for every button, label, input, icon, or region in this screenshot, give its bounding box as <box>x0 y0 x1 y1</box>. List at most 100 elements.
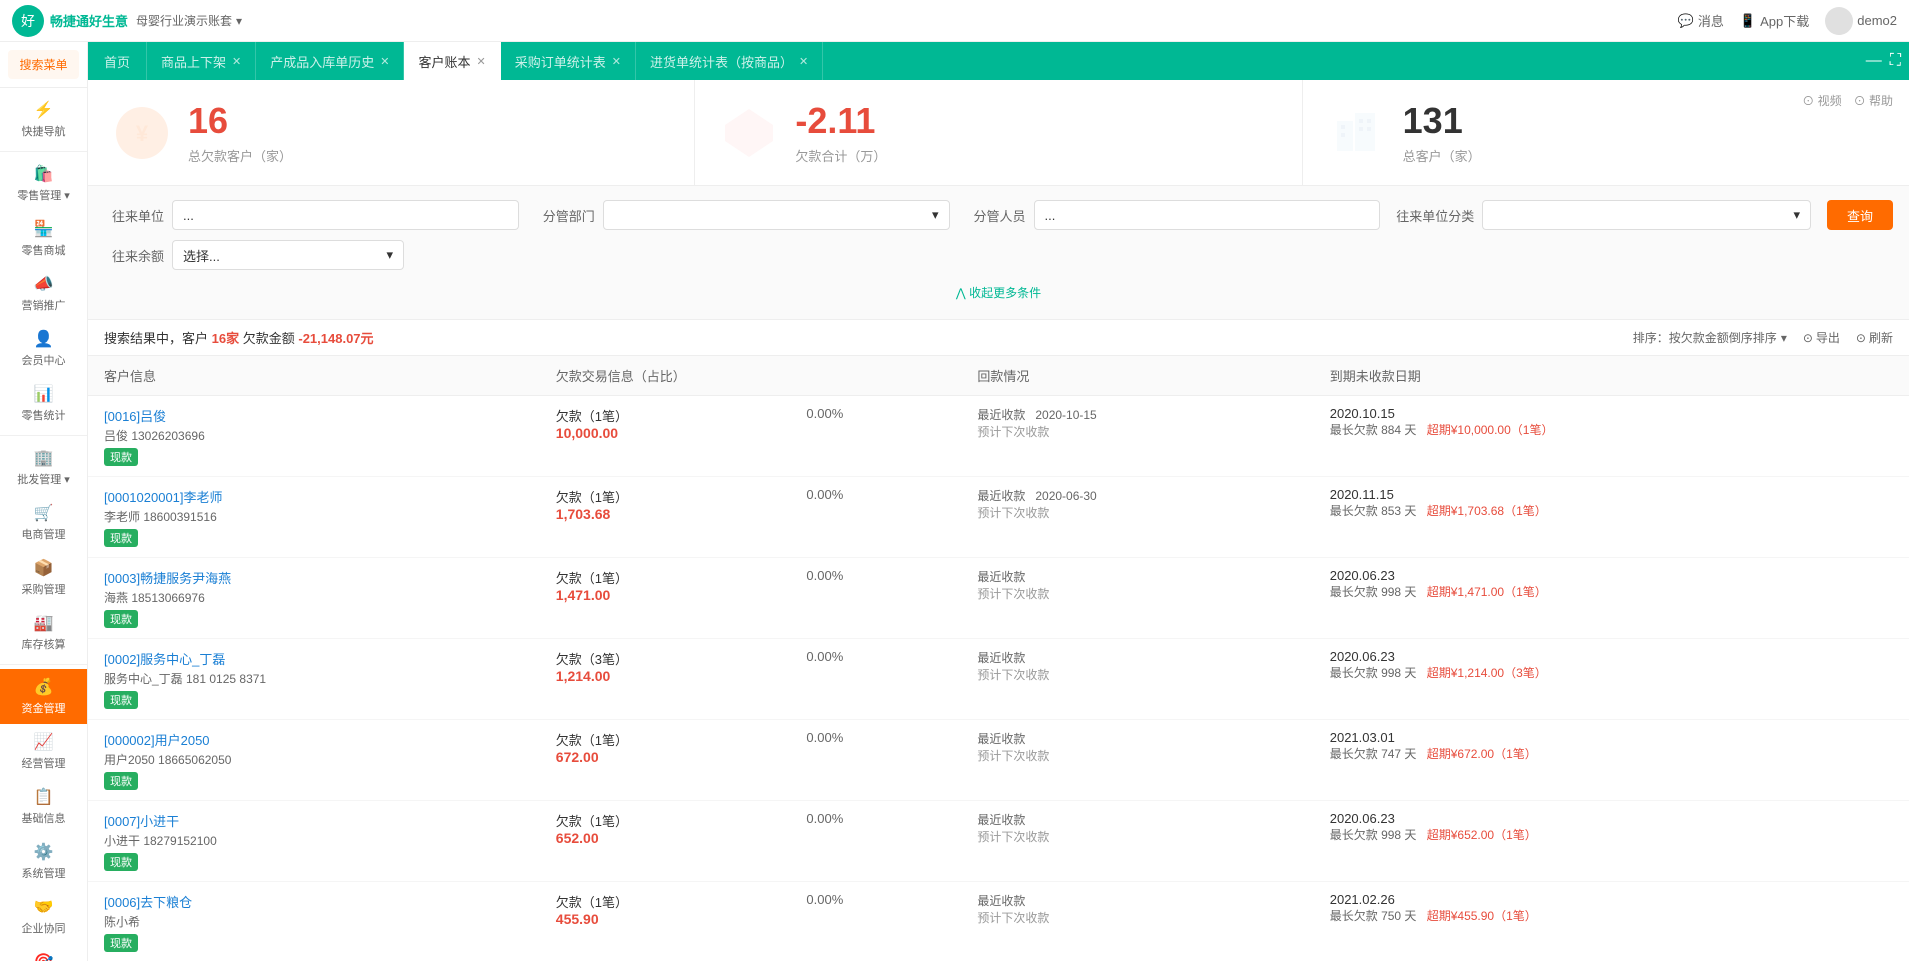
customer-name-2[interactable]: [0003]畅捷服务尹海燕 <box>104 571 231 586</box>
customer-name-5[interactable]: [0007]小进干 <box>104 814 179 829</box>
finance-label: 资金管理 <box>22 700 66 716</box>
overdue-info-4: 最长欠款 747 天 超期¥672.00（1笔） <box>1330 745 1893 762</box>
tab-minimize-btn[interactable]: — <box>1866 52 1882 70</box>
debt-amount-4[interactable]: 672.00 <box>556 749 767 765</box>
overdue-amount-2[interactable]: 超期¥1,471.00（1笔） <box>1427 585 1547 599</box>
due-date-2: 2020.06.23 <box>1330 568 1893 583</box>
tab-close-purchase-order[interactable]: ✕ <box>612 55 621 68</box>
sidebar-item-marketing[interactable]: 📣 营销推广 <box>0 266 87 321</box>
tab-purchase-stats[interactable]: 进货单统计表（按商品） ✕ <box>636 42 823 80</box>
sidebar-item-purchase[interactable]: 📦 采购管理 <box>0 550 87 605</box>
sidebar-item-enterprise[interactable]: 🤝 企业协同 <box>0 889 87 944</box>
debt-count-5: 欠款（1笔） <box>556 811 767 830</box>
overdue-info-0: 最长欠款 884 天 超期¥10,000.00（1笔） <box>1330 421 1893 438</box>
refresh-btn[interactable]: ⊙ 刷新 <box>1856 329 1893 346</box>
operations-icon: 📈 <box>34 732 54 752</box>
sidebar-item-retail-store[interactable]: 🏪 零售商城 <box>0 211 87 266</box>
filter-select-category[interactable]: ▾ <box>1482 200 1811 230</box>
sidebar-item-retail-mgmt[interactable]: 🛍️ 零售管理 ▾ <box>0 156 87 211</box>
debt-amount-1[interactable]: 1,703.68 <box>556 506 767 522</box>
stat-icon-building <box>1327 103 1387 163</box>
sidebar-item-guide[interactable]: 🎯 新手引导 <box>0 944 87 961</box>
enterprise-icon: 🤝 <box>34 897 54 917</box>
customer-name-0[interactable]: [0016]吕俊 <box>104 409 166 424</box>
filter-select-balance[interactable]: 选择... ▾ <box>172 240 404 270</box>
tab-home[interactable]: 首页 <box>88 42 147 80</box>
app-download-btn[interactable]: 📱 App下载 <box>1740 11 1809 30</box>
sidebar: 搜索菜单 ⚡ 快捷导航 🛍️ 零售管理 ▾ 🏪 零售商城 📣 营销推广 👤 <box>0 42 88 961</box>
overdue-amount-6[interactable]: 超期¥455.90（1笔） <box>1427 909 1537 923</box>
video-action[interactable]: ⊙ 视频 <box>1802 92 1841 109</box>
cell-due-3: 2020.06.23 最长欠款 998 天 超期¥1,214.00（3笔） <box>1314 639 1909 720</box>
store-selector[interactable]: 母婴行业演示账套 ▾ <box>136 12 242 29</box>
cell-due-0: 2020.10.15 最长欠款 884 天 超期¥10,000.00（1笔） <box>1314 396 1909 477</box>
cell-repayment-4: 最近收款 预计下次收款 <box>961 720 1313 801</box>
sidebar-item-member[interactable]: 👤 会员中心 <box>0 321 87 376</box>
basic-info-icon: 📋 <box>34 787 54 807</box>
export-btn[interactable]: ⊙ 导出 <box>1803 329 1840 346</box>
sort-select[interactable]: 排序：按欠款金额倒序排序 ▾ <box>1633 329 1787 346</box>
retail-store-icon: 🏪 <box>34 219 54 239</box>
sidebar-item-finance[interactable]: 💰 资金管理 <box>0 669 87 724</box>
customer-name-6[interactable]: [0006]去下粮仓 <box>104 895 192 910</box>
sidebar-item-ecommerce[interactable]: 🛒 电商管理 <box>0 495 87 550</box>
tab-close-customer-account[interactable]: ✕ <box>477 55 486 68</box>
tab-product-history[interactable]: 产成品入库单历史 ✕ <box>256 42 404 80</box>
sidebar-item-basic-info[interactable]: 📋 基础信息 <box>0 779 87 834</box>
table-row: [0002]服务中心_丁磊 服务中心_丁磊 181 0125 8371 现款 欠… <box>88 639 1909 720</box>
user-profile[interactable]: demo2 <box>1825 7 1897 35</box>
sidebar-item-retail-stat[interactable]: 📊 零售统计 <box>0 376 87 431</box>
tab-close-purchase-stats[interactable]: ✕ <box>799 55 808 68</box>
sidebar-item-inventory[interactable]: 🏭 库存核算 <box>0 605 87 660</box>
filter-select-category-arrow: ▾ <box>1793 207 1800 223</box>
tab-maximize-btn[interactable]: ⛶ <box>1890 52 1901 70</box>
cell-repayment-3: 最近收款 预计下次收款 <box>961 639 1313 720</box>
customer-name-4[interactable]: [000002]用户2050 <box>104 733 210 748</box>
debt-amount-3[interactable]: 1,214.00 <box>556 668 767 684</box>
cell-debt-4: 欠款（1笔） 672.00 <box>540 720 783 801</box>
overdue-amount-5[interactable]: 超期¥652.00（1笔） <box>1427 828 1537 842</box>
message-btn[interactable]: 💬 消息 <box>1678 11 1724 30</box>
avatar <box>1825 7 1853 35</box>
sidebar-item-operations[interactable]: 📈 经营管理 <box>0 724 87 779</box>
help-action[interactable]: ⊙ 帮助 <box>1854 92 1893 109</box>
export-icon: ⊙ <box>1803 331 1813 345</box>
collapse-row[interactable]: ⋀ 收起更多条件 <box>104 280 1893 305</box>
debt-amount-6[interactable]: 455.90 <box>556 911 767 927</box>
result-count: 16家 <box>212 331 239 346</box>
customer-info-6: 陈小希 <box>104 913 524 930</box>
cell-customer-4: [000002]用户2050 用户2050 18665062050 现款 <box>88 720 540 801</box>
customer-name-1[interactable]: [0001020001]李老师 <box>104 490 223 505</box>
cell-due-6: 2021.02.26 最长欠款 750 天 超期¥455.90（1笔） <box>1314 882 1909 961</box>
tab-product-offshelf[interactable]: 商品上下架 ✕ <box>147 42 256 80</box>
sidebar-item-quick-nav[interactable]: ⚡ 快捷导航 <box>0 92 87 147</box>
cell-customer-3: [0002]服务中心_丁磊 服务中心_丁磊 181 0125 8371 现款 <box>88 639 540 720</box>
stat-card-actions: ⊙ 视频 ⊙ 帮助 <box>1802 92 1893 109</box>
tab-purchase-order[interactable]: 采购订单统计表 ✕ <box>501 42 636 80</box>
top-bar-left: 好 畅捷通好生意 母婴行业演示账套 ▾ <box>12 5 242 37</box>
overdue-amount-1[interactable]: 超期¥1,703.68（1笔） <box>1427 504 1547 518</box>
customer-info-3: 服务中心_丁磊 181 0125 8371 <box>104 670 524 687</box>
debt-amount-5[interactable]: 652.00 <box>556 830 767 846</box>
filter-select-dept[interactable]: ▾ <box>603 200 950 230</box>
overdue-amount-4[interactable]: 超期¥672.00（1笔） <box>1427 747 1537 761</box>
filter-label-unit: 往来单位 <box>104 206 164 225</box>
filter-input-person[interactable]: ... <box>1034 200 1381 230</box>
customer-name-3[interactable]: [0002]服务中心_丁磊 <box>104 652 225 667</box>
sidebar-item-system[interactable]: ⚙️ 系统管理 <box>0 834 87 889</box>
logo-area: 好 畅捷通好生意 <box>12 5 128 37</box>
tab-customer-account[interactable]: 客户账本 ✕ <box>404 42 500 80</box>
sidebar-search-btn[interactable]: 搜索菜单 <box>8 50 79 79</box>
tab-close-product-history[interactable]: ✕ <box>380 55 389 68</box>
debt-amount-2[interactable]: 1,471.00 <box>556 587 767 603</box>
cell-repayment-6: 最近收款 预计下次收款 <box>961 882 1313 961</box>
sidebar-item-wholesale-mgmt[interactable]: 🏢 批发管理 ▾ <box>0 440 87 495</box>
tab-close-product-offshelf[interactable]: ✕ <box>232 55 241 68</box>
customer-badge-1: 现款 <box>104 529 138 547</box>
filter-input-unit[interactable]: ... <box>172 200 519 230</box>
overdue-amount-3[interactable]: 超期¥1,214.00（3笔） <box>1427 666 1547 680</box>
table-body: [0016]吕俊 吕俊 13026203696 现款 欠款（1笔） 10,000… <box>88 396 1909 961</box>
search-button[interactable]: 查询 <box>1827 200 1893 230</box>
overdue-amount-0[interactable]: 超期¥10,000.00（1笔） <box>1427 423 1554 437</box>
debt-amount-0[interactable]: 10,000.00 <box>556 425 767 441</box>
